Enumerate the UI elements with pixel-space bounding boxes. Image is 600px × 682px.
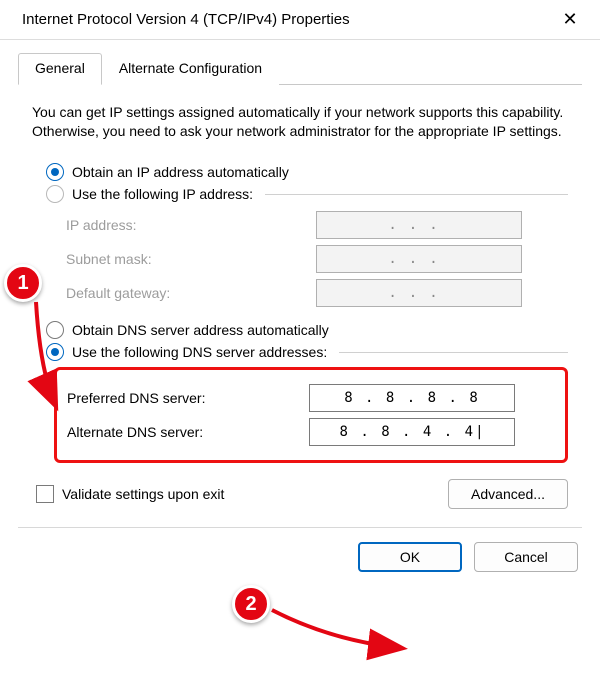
default-gateway-row: Default gateway: ... xyxy=(66,279,568,307)
radio-label: Obtain DNS server address automatically xyxy=(72,322,329,338)
radio-icon xyxy=(46,185,64,203)
close-icon[interactable]: ✕ xyxy=(550,0,590,40)
checkbox-label: Validate settings upon exit xyxy=(62,486,224,502)
subnet-mask-input: ... xyxy=(316,245,522,273)
radio-icon xyxy=(46,163,64,181)
alternate-dns-row: Alternate DNS server: 8 . 8 . 4 . 4| xyxy=(67,418,557,446)
advanced-button[interactable]: Advanced... xyxy=(448,479,568,509)
ip-address-label: IP address: xyxy=(66,217,316,233)
radio-icon xyxy=(46,343,64,361)
preferred-dns-input[interactable]: 8 . 8 . 8 . 8 xyxy=(309,384,515,412)
dns-fields-highlight: Preferred DNS server: 8 . 8 . 8 . 8 Alte… xyxy=(54,367,568,463)
radio-label: Use the following DNS server addresses: xyxy=(72,344,333,360)
subnet-mask-label: Subnet mask: xyxy=(66,251,316,267)
window-titlebar: Internet Protocol Version 4 (TCP/IPv4) P… xyxy=(0,0,600,40)
tab-general[interactable]: General xyxy=(18,53,102,85)
annotation-step-2: 2 xyxy=(232,585,270,623)
ok-button[interactable]: OK xyxy=(358,542,462,572)
validate-settings-checkbox[interactable]: Validate settings upon exit xyxy=(36,485,224,503)
alternate-dns-label: Alternate DNS server: xyxy=(67,424,309,440)
default-gateway-input: ... xyxy=(316,279,522,307)
checkbox-icon xyxy=(36,485,54,503)
tab-content: You can get IP settings assigned automat… xyxy=(0,85,600,509)
radio-icon xyxy=(46,321,64,339)
tab-alternate-configuration[interactable]: Alternate Configuration xyxy=(102,53,279,85)
ip-fields-group: IP address: ... Subnet mask: ... Default… xyxy=(66,211,568,307)
description-text: You can get IP settings assigned automat… xyxy=(32,103,568,141)
radio-label: Use the following IP address: xyxy=(72,186,259,202)
cancel-button[interactable]: Cancel xyxy=(474,542,578,572)
subnet-mask-row: Subnet mask: ... xyxy=(66,245,568,273)
radio-obtain-dns-auto[interactable]: Obtain DNS server address automatically xyxy=(46,321,568,339)
preferred-dns-row: Preferred DNS server: 8 . 8 . 8 . 8 xyxy=(67,384,557,412)
radio-label: Obtain an IP address automatically xyxy=(72,164,289,180)
annotation-step-1: 1 xyxy=(4,264,42,302)
ip-address-input: ... xyxy=(316,211,522,239)
radio-use-dns-manual[interactable]: Use the following DNS server addresses: xyxy=(46,343,568,361)
radio-use-ip-manual[interactable]: Use the following IP address: xyxy=(46,185,568,203)
alternate-dns-input[interactable]: 8 . 8 . 4 . 4| xyxy=(309,418,515,446)
preferred-dns-label: Preferred DNS server: xyxy=(67,390,309,406)
group-divider xyxy=(339,352,568,353)
default-gateway-label: Default gateway: xyxy=(66,285,316,301)
ip-address-row: IP address: ... xyxy=(66,211,568,239)
window-title: Internet Protocol Version 4 (TCP/IPv4) P… xyxy=(22,11,350,28)
group-divider xyxy=(265,194,568,195)
tab-strip: General Alternate Configuration xyxy=(18,52,582,85)
radio-obtain-ip-auto[interactable]: Obtain an IP address automatically xyxy=(46,163,568,181)
dialog-footer: OK Cancel xyxy=(0,528,600,572)
